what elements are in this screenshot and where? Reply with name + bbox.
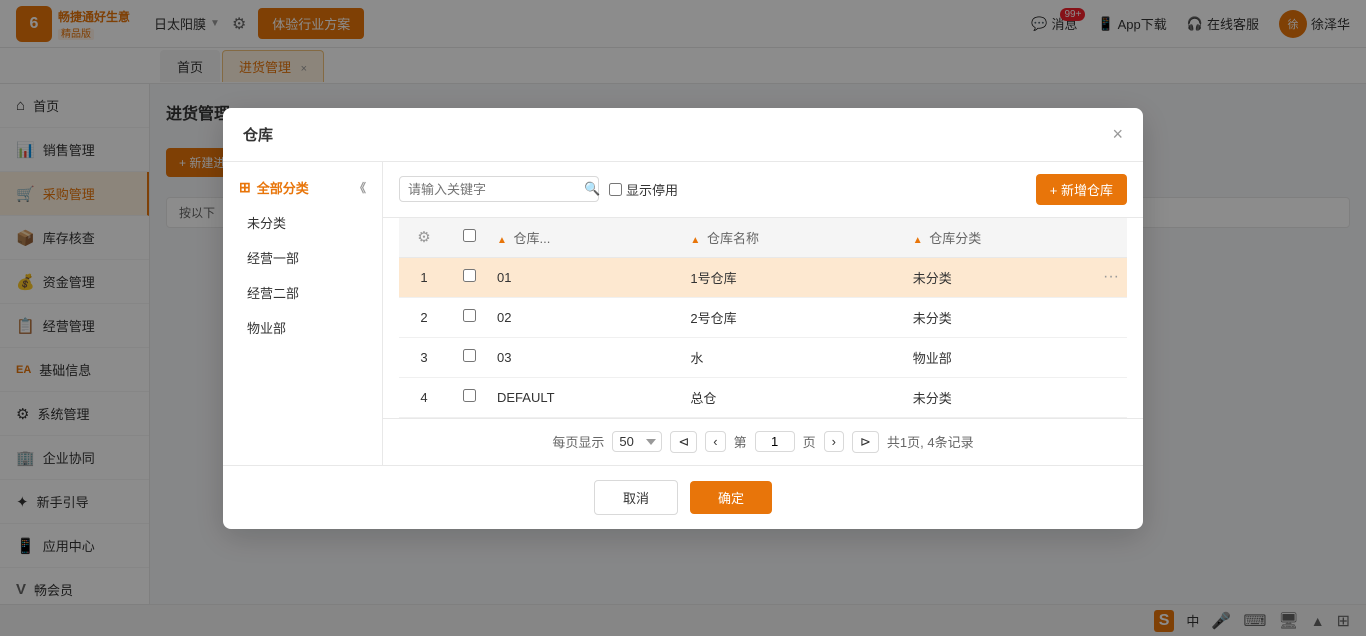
- row-category: 未分类: [905, 377, 1127, 417]
- cat-property[interactable]: 物业部: [223, 310, 382, 345]
- modal-body: ⊞ 全部分类 《 未分类 经营一部 经营二部 物业部: [223, 162, 1143, 465]
- row-code: 03: [489, 337, 682, 377]
- warehouse-table-wrap: ⚙ ▲ 仓库... ▲: [383, 218, 1143, 418]
- row-num: 3: [399, 337, 449, 377]
- page-number-input[interactable]: [755, 431, 795, 452]
- row-check[interactable]: [449, 337, 489, 377]
- search-magnifier-icon: 🔍: [584, 181, 600, 197]
- total-info: 共1页, 4条记录: [887, 432, 974, 451]
- per-page-label: 每页显示: [552, 432, 604, 451]
- cat-operation1[interactable]: 经营一部: [223, 240, 382, 275]
- row-name: 1号仓库: [682, 257, 904, 297]
- row-num: 2: [399, 297, 449, 337]
- col-header-category: ▲ 仓库分类: [905, 218, 1127, 258]
- grid-icon: ⊞: [239, 179, 251, 196]
- modal-footer: 取消 确定: [223, 465, 1143, 529]
- row-check[interactable]: [449, 257, 489, 297]
- modal-header: 仓库 ×: [223, 108, 1143, 162]
- goto-label: 第: [734, 432, 747, 451]
- table-header-row: ⚙ ▲ 仓库... ▲: [399, 218, 1127, 258]
- row-check[interactable]: [449, 377, 489, 417]
- sort-name-icon: ▲: [690, 235, 700, 246]
- warehouse-table: ⚙ ▲ 仓库... ▲: [399, 218, 1127, 418]
- row-check[interactable]: [449, 297, 489, 337]
- pagination: 每页显示 10 20 50 100 ⊲ ‹ 第 页 › ⊳ 共1页, 4条记录: [383, 418, 1143, 465]
- category-panel: ⊞ 全部分类 《 未分类 经营一部 经营二部 物业部: [223, 162, 383, 465]
- page-unit-label: 页: [803, 432, 816, 451]
- warehouse-search-box: 🔍: [399, 176, 599, 202]
- row-code: 02: [489, 297, 682, 337]
- sort-cat-icon: ▲: [913, 235, 923, 246]
- row-name: 水: [682, 337, 904, 377]
- row-code: 01: [489, 257, 682, 297]
- col-header-settings: ⚙: [399, 218, 449, 258]
- cat-unclassified[interactable]: 未分类: [223, 205, 382, 240]
- all-categories-btn[interactable]: ⊞ 全部分类 《: [223, 170, 382, 205]
- modal-overlay: 仓库 × ⊞ 全部分类 《 未分类 经营一部 经营二部: [0, 0, 1366, 636]
- show-disabled-toggle[interactable]: 显示停用: [609, 180, 678, 199]
- col-header-name: ▲ 仓库名称: [682, 218, 904, 258]
- row-name: 总仓: [682, 377, 904, 417]
- col-header-check: [449, 218, 489, 258]
- all-categories-label: 全部分类: [257, 178, 309, 197]
- row-num: 1: [399, 257, 449, 297]
- table-gear-icon[interactable]: ⚙: [417, 229, 430, 246]
- confirm-btn[interactable]: 确定: [690, 481, 772, 514]
- row-code: DEFAULT: [489, 377, 682, 417]
- sort-code-icon: ▲: [497, 235, 507, 246]
- col-header-code: ▲ 仓库...: [489, 218, 682, 258]
- row-name: 2号仓库: [682, 297, 904, 337]
- modal-title: 仓库: [243, 124, 273, 145]
- row-category: 物业部: [905, 337, 1127, 377]
- page-size-select[interactable]: 10 20 50 100: [612, 431, 662, 452]
- last-page-btn[interactable]: ⊳: [852, 431, 879, 453]
- table-row[interactable]: 4 DEFAULT 总仓 未分类: [399, 377, 1127, 417]
- right-toolbar: 🔍 显示停用 + 新增仓库: [383, 162, 1143, 218]
- row-category: 未分类: [905, 297, 1127, 337]
- cancel-btn[interactable]: 取消: [594, 480, 678, 515]
- row-more-icon[interactable]: ···: [1103, 268, 1119, 286]
- cat-operation2[interactable]: 经营二部: [223, 275, 382, 310]
- warehouse-modal: 仓库 × ⊞ 全部分类 《 未分类 经营一部 经营二部: [223, 108, 1143, 529]
- collapse-panel-icon[interactable]: 《: [354, 179, 366, 196]
- prev-page-btn[interactable]: ‹: [705, 431, 725, 452]
- table-row[interactable]: 1 01 1号仓库 未分类 ···: [399, 257, 1127, 297]
- first-page-btn[interactable]: ⊲: [670, 431, 697, 453]
- warehouse-search-input[interactable]: [408, 182, 584, 197]
- table-row[interactable]: 3 03 水 物业部: [399, 337, 1127, 377]
- right-panel: 🔍 显示停用 + 新增仓库 ⚙: [383, 162, 1143, 465]
- modal-close-btn[interactable]: ×: [1112, 125, 1123, 143]
- row-category: 未分类 ···: [905, 258, 1127, 297]
- select-all-checkbox[interactable]: [463, 229, 476, 242]
- row-num: 4: [399, 377, 449, 417]
- next-page-btn[interactable]: ›: [824, 431, 844, 452]
- add-warehouse-btn[interactable]: + 新增仓库: [1036, 174, 1127, 205]
- table-row[interactable]: 2 02 2号仓库 未分类: [399, 297, 1127, 337]
- show-disabled-checkbox[interactable]: [609, 183, 622, 196]
